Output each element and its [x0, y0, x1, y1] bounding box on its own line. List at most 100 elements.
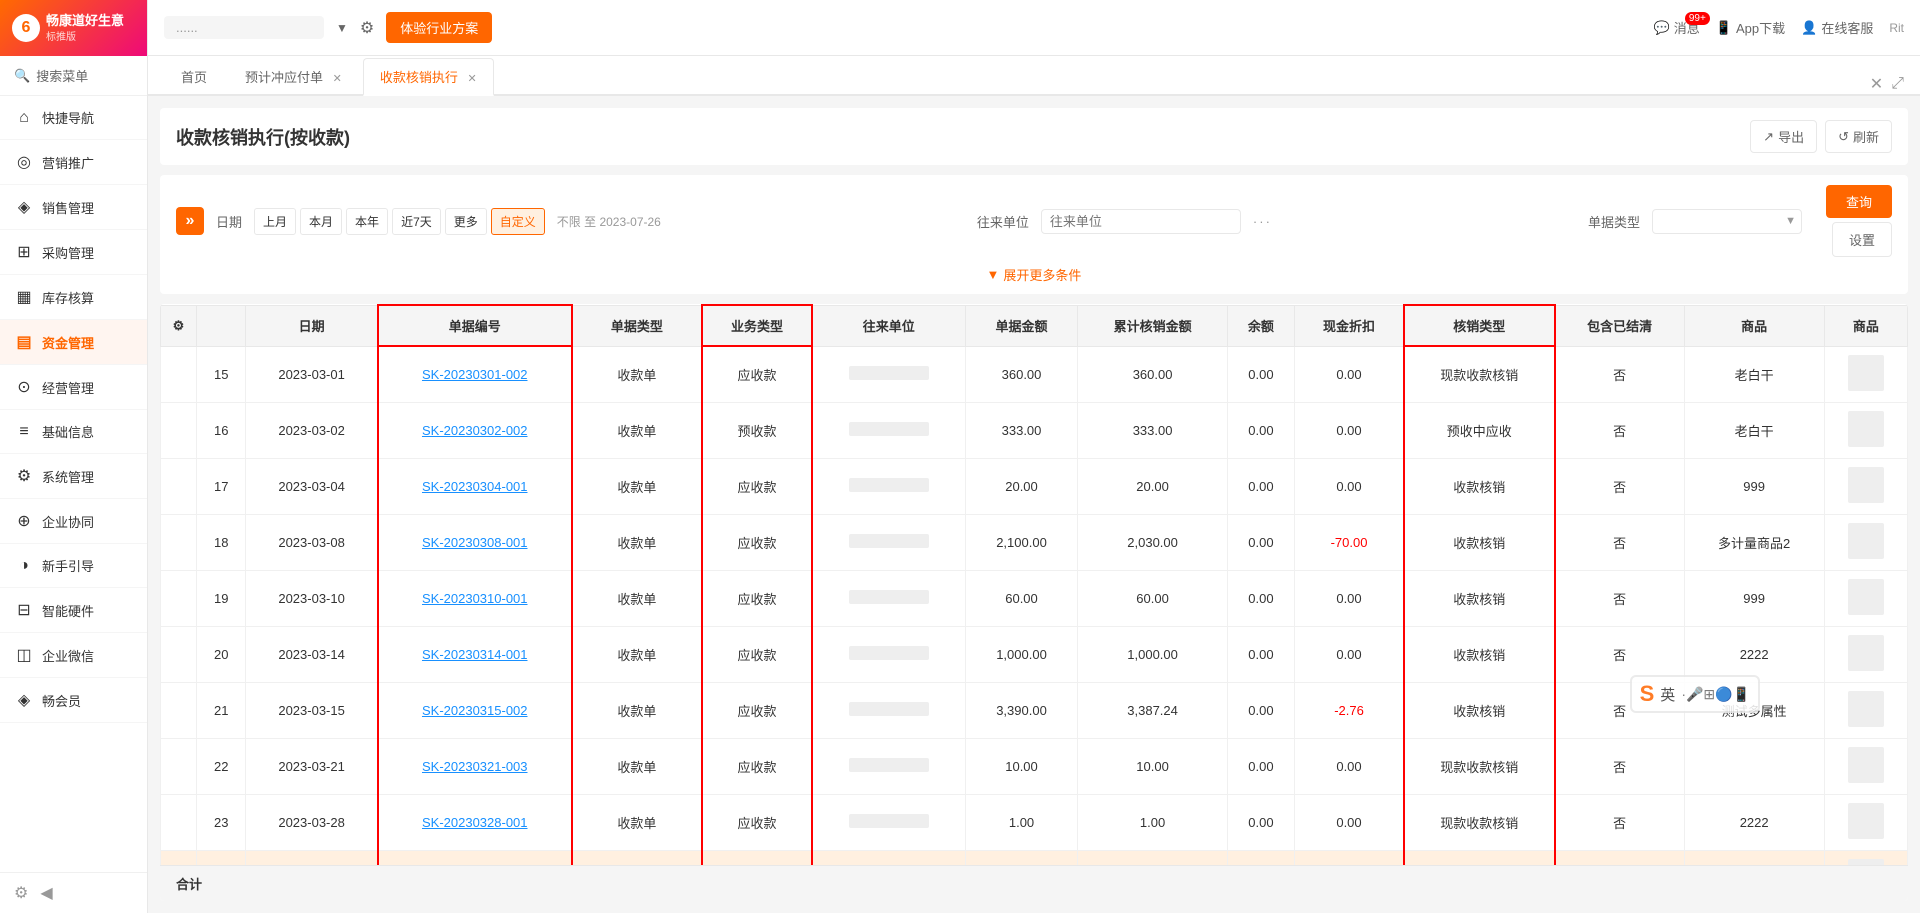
table-row[interactable]: 16 2023-03-02 SK-20230302-002 收款单 预收款 33… — [161, 402, 1908, 458]
table-row[interactable]: 18 2023-03-08 SK-20230308-001 收款单 应收款 2,… — [161, 514, 1908, 570]
online-service[interactable]: 👤 在线客服 — [1801, 18, 1873, 37]
sidebar-item-purchase[interactable]: ⊞采购管理 — [0, 230, 147, 275]
topbar-actions: 💬 消息 99+ 📱 App下载 👤 在线客服 Rit — [1654, 18, 1904, 37]
table-row[interactable]: 21 2023-03-15 SK-20230315-002 收款单 应收款 3,… — [161, 682, 1908, 738]
tab-collection-close[interactable]: ✕ — [468, 73, 477, 85]
table-row[interactable]: 20 2023-03-14 SK-20230314-001 收款单 应收款 1,… — [161, 626, 1908, 682]
cell-sn[interactable]: SK-20230310-001 — [378, 570, 572, 626]
date-more[interactable]: 更多 — [445, 208, 487, 235]
cell-sn[interactable]: SK-20230304-001 — [378, 458, 572, 514]
setting-button[interactable]: 设置 — [1832, 222, 1892, 257]
sidebar-item-quick-nav[interactable]: ⌂快捷导航 — [0, 96, 147, 140]
search-menu[interactable]: 🔍 搜索菜单 — [0, 56, 147, 96]
cell-sn[interactable]: SK-20230314-001 — [378, 626, 572, 682]
table-row[interactable]: 22 2023-03-21 SK-20230321-003 收款单 应收款 10… — [161, 738, 1908, 794]
col-settings[interactable]: ⚙ — [161, 305, 197, 346]
cell-date: 2023-03-21 — [246, 738, 378, 794]
cell-amount: 360.00 — [965, 346, 1078, 402]
cell-cash-disc: 0.00 — [1295, 738, 1404, 794]
sidebar-item-marketing[interactable]: ◎营销推广 — [0, 140, 147, 185]
cell-settings[interactable] — [161, 626, 197, 682]
cell-settings[interactable] — [161, 514, 197, 570]
tab-payable-close[interactable]: ✕ — [333, 73, 342, 85]
sidebar-item-system[interactable]: ⚙系统管理 — [0, 454, 147, 499]
date-custom[interactable]: 自定义 — [491, 208, 545, 235]
close-all-tabs-icon[interactable]: ✕ — [1870, 74, 1883, 94]
sidebar-item-hardware[interactable]: ⊟智能硬件 — [0, 588, 147, 633]
table-row[interactable]: 15 2023-03-01 SK-20230301-002 收款单 应收款 36… — [161, 346, 1908, 402]
cell-sn[interactable]: SK-20230328-002 — [378, 850, 572, 865]
cell-settings[interactable] — [161, 346, 197, 402]
cell-amount: 333.00 — [965, 402, 1078, 458]
dropdown-arrow[interactable]: ▼ — [336, 21, 348, 35]
cell-settings[interactable] — [161, 794, 197, 850]
gear-icon[interactable]: ⚙ — [360, 18, 374, 38]
partner-input[interactable] — [1041, 209, 1241, 234]
inventory-icon: ▦ — [14, 287, 34, 307]
sidebar-item-inventory[interactable]: ▦库存核算 — [0, 275, 147, 320]
filter-row-1: » 日期 上月 本月 本年 近7天 更多 自定义 不限 至 2023-07-26… — [176, 185, 1892, 257]
app-icon: 📱 — [1716, 20, 1732, 36]
date-7days[interactable]: 近7天 — [392, 208, 441, 235]
sidebar-item-operation[interactable]: ⊙经营管理 — [0, 365, 147, 410]
export-button[interactable]: ↗ 导出 — [1750, 120, 1817, 153]
cell-amount: 60.00 — [965, 570, 1078, 626]
date-this-year[interactable]: 本年 — [346, 208, 388, 235]
cell-settings[interactable] — [161, 570, 197, 626]
cell-settings[interactable] — [161, 738, 197, 794]
expand-button[interactable]: ▼ 展开更多条件 — [987, 265, 1082, 284]
cell-goods2 — [1824, 570, 1907, 626]
cell-settings[interactable] — [161, 682, 197, 738]
cell-settings[interactable] — [161, 458, 197, 514]
cell-written-off: 20.00 — [1078, 458, 1227, 514]
table-row[interactable]: 24 2023-03-28 SK-20230328-002 收款单 应收款 1.… — [161, 850, 1908, 865]
sidebar-item-basic[interactable]: ≡基础信息 — [0, 410, 147, 454]
cell-no: 20 — [197, 626, 246, 682]
sidebar: 6 畅康道好生意 标推版 🔍 搜索菜单 ⌂快捷导航◎营销推广◈销售管理⊞采购管理… — [0, 0, 148, 913]
cell-no: 17 — [197, 458, 246, 514]
date-last-month[interactable]: 上月 — [254, 208, 296, 235]
tab-collection[interactable]: 收款核销执行 ✕ — [363, 58, 494, 96]
table-row[interactable]: 19 2023-03-10 SK-20230310-001 收款单 应收款 60… — [161, 570, 1908, 626]
cell-sn[interactable]: SK-20230315-002 — [378, 682, 572, 738]
table-row[interactable]: 17 2023-03-04 SK-20230304-001 收款单 应收款 20… — [161, 458, 1908, 514]
cell-include-cleared: 否 — [1555, 346, 1685, 402]
collapse-icon[interactable]: ◀ — [40, 883, 52, 903]
cell-biz-type: 应收款 — [702, 514, 812, 570]
sidebar-item-wechat[interactable]: ◫企业微信 — [0, 633, 147, 678]
query-button[interactable]: 查询 — [1826, 185, 1892, 218]
tab-home[interactable]: 首页 — [164, 58, 224, 94]
date-this-month[interactable]: 本月 — [300, 208, 342, 235]
sidebar-item-sales[interactable]: ◈销售管理 — [0, 185, 147, 230]
cell-written-off: 1.00 — [1078, 794, 1227, 850]
sidebar-item-corp[interactable]: ⊕企业协同 — [0, 499, 147, 544]
sidebar-item-finance[interactable]: ▤资金管理 — [0, 320, 147, 365]
cell-settings[interactable] — [161, 850, 197, 865]
cell-amount: 20.00 — [965, 458, 1078, 514]
doc-type-select[interactable] — [1652, 209, 1802, 234]
table-wrap[interactable]: ⚙ 日期 单据编号 单据类型 业务类型 往来单位 单据金额 累计核销金额 余额 … — [160, 304, 1908, 865]
sidebar-item-member[interactable]: ◈畅会员 — [0, 678, 147, 723]
settings-icon[interactable]: ⚙ — [14, 883, 28, 903]
cell-sn[interactable]: SK-20230301-002 — [378, 346, 572, 402]
refresh-button[interactable]: ↺ 刷新 — [1825, 120, 1892, 153]
expand-tabs-icon[interactable]: ⤢ — [1891, 75, 1904, 93]
cell-amount: 10.00 — [965, 738, 1078, 794]
cell-sn[interactable]: SK-20230328-001 — [378, 794, 572, 850]
cell-sn[interactable]: SK-20230308-001 — [378, 514, 572, 570]
col-write-off-type: 核销类型 — [1404, 305, 1555, 346]
sidebar-item-guide[interactable]: ◑新手引导 — [0, 544, 147, 588]
user-info[interactable]: Rit — [1889, 21, 1904, 35]
sidebar-item-label: 企业协同 — [42, 512, 94, 531]
tab-payable[interactable]: 预计冲应付单 ✕ — [228, 58, 359, 94]
filter-toggle-button[interactable]: » — [176, 207, 204, 235]
table-row[interactable]: 23 2023-03-28 SK-20230328-001 收款单 应收款 1.… — [161, 794, 1908, 850]
cell-settings[interactable] — [161, 402, 197, 458]
app-download[interactable]: 📱 App下载 — [1716, 18, 1785, 37]
message-badge[interactable]: 💬 消息 99+ — [1654, 18, 1700, 37]
cell-sn[interactable]: SK-20230321-003 — [378, 738, 572, 794]
cell-doc-type: 收款单 — [572, 402, 702, 458]
cell-include-cleared: 否 — [1555, 458, 1685, 514]
cell-sn[interactable]: SK-20230302-002 — [378, 402, 572, 458]
solution-button[interactable]: 体验行业方案 — [386, 12, 492, 43]
